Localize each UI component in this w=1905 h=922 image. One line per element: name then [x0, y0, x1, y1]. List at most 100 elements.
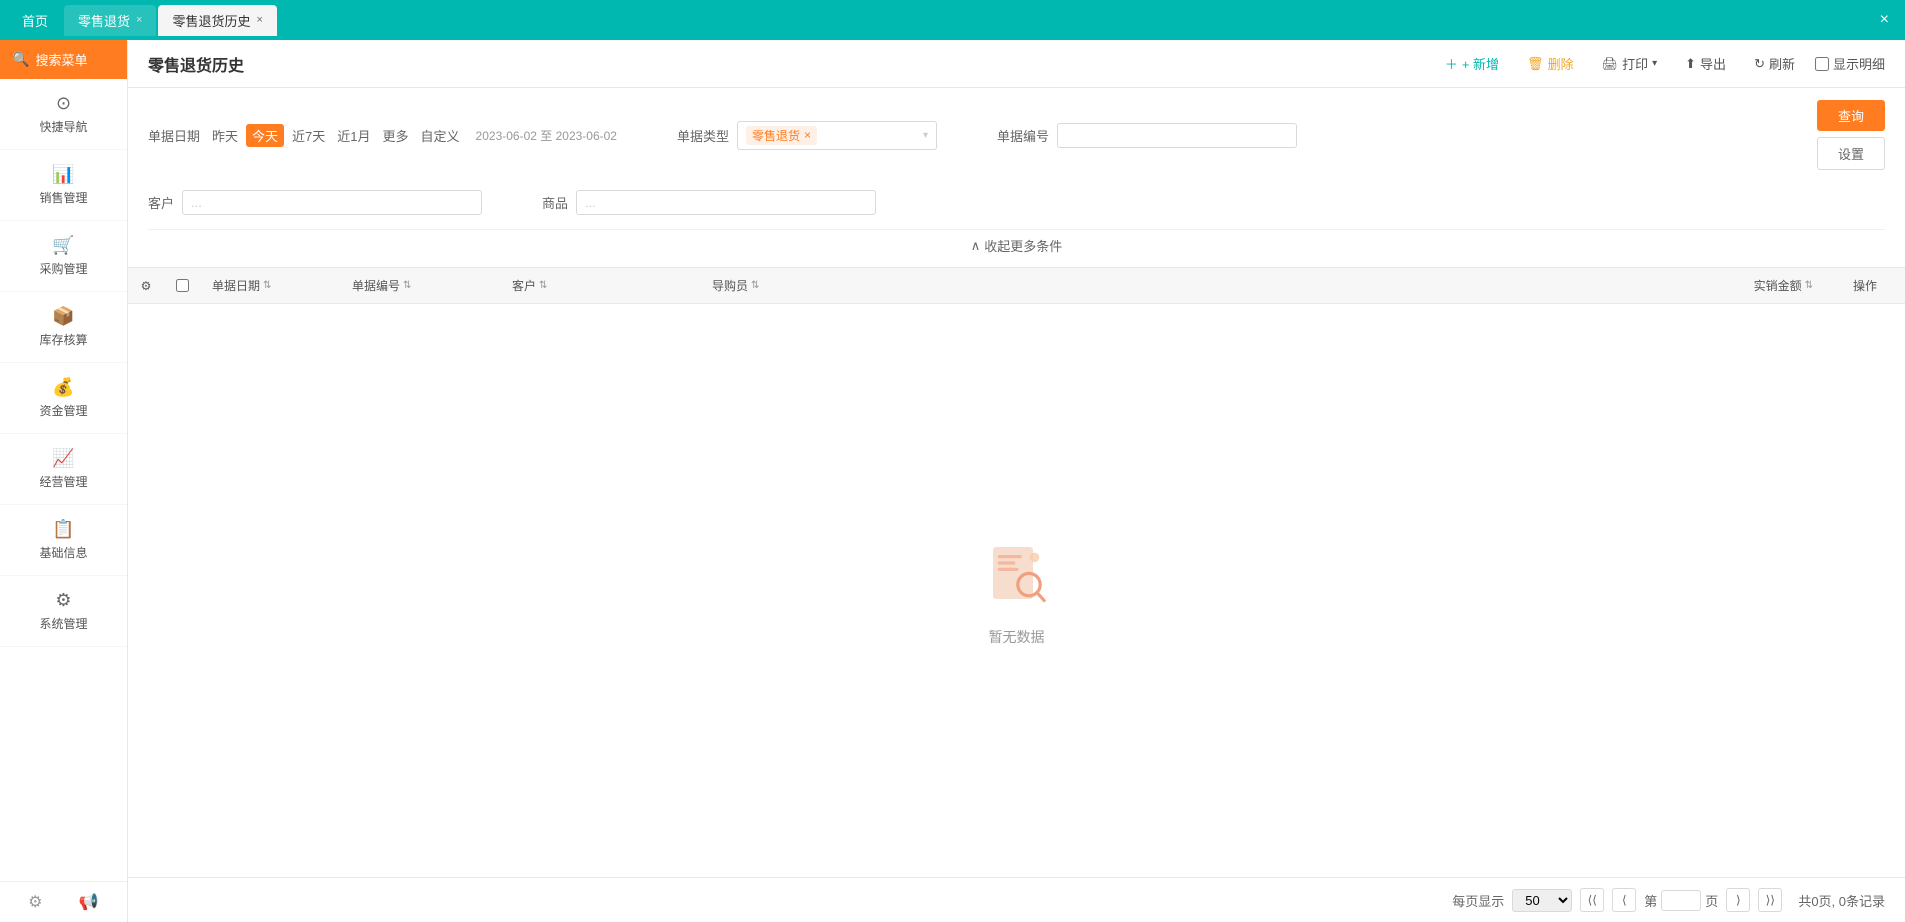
retail-return-tab-close[interactable]: × [136, 14, 142, 26]
th-date-sort[interactable]: ⇅ [263, 280, 271, 291]
th-amount-label: 实销金额 [1754, 277, 1802, 294]
new-button[interactable]: ＋ + 新增 [1437, 50, 1507, 77]
goods-placeholder: ... [585, 195, 596, 210]
th-num-sort[interactable]: ⇅ [403, 280, 411, 291]
sidebar-item-label-operation: 经营管理 [39, 473, 87, 490]
sidebar-item-label-system: 系统管理 [39, 615, 87, 632]
th-settings[interactable]: ⚙ [128, 279, 164, 293]
date-opt-custom[interactable]: 自定义 [417, 124, 464, 147]
sidebar-item-basic[interactable]: 📋 基础信息 [0, 505, 127, 576]
show-detail-checkbox[interactable] [1815, 57, 1829, 71]
delete-button[interactable]: 🗑 删除 [1519, 50, 1582, 77]
date-opt-last-month[interactable]: 近1月 [333, 124, 374, 147]
date-opt-last7[interactable]: 近7天 [288, 124, 329, 147]
th-customer-sort[interactable]: ⇅ [539, 280, 547, 291]
customer-input[interactable]: ... [182, 190, 482, 215]
purchase-icon: 🛒 [52, 235, 74, 256]
sidebar-item-finance[interactable]: 💰 资金管理 [0, 363, 127, 434]
page-next-button[interactable]: ⟩ [1726, 888, 1750, 912]
sidebar-item-inventory[interactable]: 📦 库存核算 [0, 292, 127, 363]
query-button[interactable]: 查询 [1817, 100, 1885, 131]
date-opt-more[interactable]: 更多 [379, 124, 413, 147]
refresh-button[interactable]: ↻ 刷新 [1746, 50, 1803, 77]
settings-icon: ⚙ [141, 279, 152, 293]
type-selector[interactable]: 零售退货 × ▾ [737, 121, 937, 150]
sidebar-item-label-inventory: 库存核算 [39, 331, 87, 348]
sidebar-item-system[interactable]: ⚙ 系统管理 [0, 576, 127, 647]
page-first-button[interactable]: ⟨⟨ [1580, 888, 1604, 912]
sidebar-item-quick-nav[interactable]: ⊙ 快捷导航 [0, 79, 127, 150]
export-button[interactable]: ⬆ 导出 [1677, 50, 1734, 77]
customer-placeholder: ... [191, 195, 202, 210]
page-size-label: 每页显示 [1452, 891, 1504, 910]
print-chevron-icon: ▾ [1652, 58, 1657, 69]
empty-state-icon [977, 535, 1057, 615]
inventory-icon: 📦 [52, 306, 74, 327]
th-guide: 导购员 ⇅ [700, 277, 860, 294]
action-buttons: 查询 设置 [1817, 100, 1885, 170]
settings-button[interactable]: 设置 [1817, 137, 1885, 170]
window-close-button[interactable]: × [1872, 7, 1897, 33]
print-icon: 🖨 [1602, 56, 1619, 72]
volume-bottom-icon[interactable]: 📢 [79, 892, 99, 912]
page-info: 第 1 页 [1644, 890, 1718, 911]
refresh-icon: ↻ [1754, 56, 1765, 72]
home-tab-label: 首页 [22, 11, 48, 30]
content-area: 零售退货历史 ＋ + 新增 🗑 删除 🖨 打印 ▾ ⬆ 导出 [128, 40, 1905, 922]
date-opt-yesterday[interactable]: 昨天 [208, 124, 242, 147]
select-all-checkbox[interactable] [176, 279, 189, 292]
th-check[interactable] [164, 279, 200, 292]
table-header: ⚙ 单据日期 ⇅ 单据编号 ⇅ 客户 ⇅ 导购员 [128, 268, 1905, 304]
sidebar-search-label: 搜索菜单 [35, 50, 87, 69]
tab-retail-return[interactable]: 零售退货 × [64, 5, 156, 36]
export-icon: ⬆ [1685, 56, 1696, 72]
type-selector-chevron: ▾ [923, 130, 928, 141]
type-tag-close[interactable]: × [804, 128, 811, 142]
total-info: 共0页, 0条记录 [1798, 891, 1885, 910]
num-input[interactable] [1057, 123, 1297, 148]
sidebar-item-sales[interactable]: 📊 销售管理 [0, 150, 127, 221]
th-customer-label: 客户 [512, 277, 536, 294]
search-icon: 🔍 [12, 51, 29, 68]
sidebar-item-label-quick-nav: 快捷导航 [39, 118, 87, 135]
goods-input[interactable]: ... [576, 190, 876, 215]
sidebar: 🔍 搜索菜单 ⊙ 快捷导航 📊 销售管理 🛒 采购管理 📦 库存核算 💰 资金管… [0, 40, 128, 922]
export-label: 导出 [1700, 54, 1726, 73]
sidebar-item-operation[interactable]: 📈 经营管理 [0, 434, 127, 505]
retail-return-history-tab-close[interactable]: × [256, 14, 262, 26]
sidebar-item-purchase[interactable]: 🛒 采购管理 [0, 221, 127, 292]
filter-collapse[interactable]: ∧ 收起更多条件 [148, 229, 1885, 261]
date-opt-today[interactable]: 今天 [246, 124, 284, 147]
th-guide-sort[interactable]: ⇅ [751, 280, 759, 291]
type-tag: 零售退货 × [746, 126, 817, 145]
print-button[interactable]: 🖨 打印 ▾ [1594, 50, 1666, 77]
filter-date: 单据日期 昨天 今天 近7天 近1月 更多 自定义 2023-06-02 至 2… [148, 124, 617, 147]
page-input[interactable]: 1 [1661, 890, 1701, 911]
tab-home[interactable]: 首页 [8, 5, 62, 36]
date-label: 单据日期 [148, 126, 200, 145]
filter-rows: 单据日期 昨天 今天 近7天 近1月 更多 自定义 2023-06-02 至 2… [148, 100, 1885, 225]
page-prev-button[interactable]: ⟨ [1612, 888, 1636, 912]
new-label: + 新增 [1462, 54, 1499, 73]
toolbar: ＋ + 新增 🗑 删除 🖨 打印 ▾ ⬆ 导出 ↻ [1437, 50, 1885, 77]
show-detail-toggle[interactable]: 显示明细 [1815, 54, 1885, 73]
customer-label: 客户 [148, 193, 174, 212]
quick-nav-icon: ⊙ [56, 93, 71, 114]
sidebar-search[interactable]: 🔍 搜索菜单 [0, 40, 127, 79]
top-bar: 首页 零售退货 × 零售退货历史 × × [0, 0, 1905, 40]
filter-row-2: 客户 ... 商品 ... [148, 190, 1885, 215]
delete-label: 删除 [1548, 54, 1574, 73]
page-last-button[interactable]: ⟩⟩ [1758, 888, 1782, 912]
delete-icon: 🗑 [1527, 56, 1544, 72]
empty-text: 暂无数据 [989, 627, 1045, 647]
page-unit: 页 [1705, 891, 1718, 910]
tab-retail-return-history[interactable]: 零售退货历史 × [158, 5, 276, 36]
settings-bottom-icon[interactable]: ⚙ [28, 892, 42, 912]
refresh-label: 刷新 [1769, 54, 1795, 73]
type-tag-label: 零售退货 [752, 127, 800, 144]
retail-return-history-tab-label: 零售退货历史 [172, 11, 250, 30]
system-icon: ⚙ [55, 590, 71, 611]
page-size-select[interactable]: 50 10 20 100 [1512, 889, 1572, 912]
th-amount-sort[interactable]: ⇅ [1805, 280, 1813, 291]
main-layout: 🔍 搜索菜单 ⊙ 快捷导航 📊 销售管理 🛒 采购管理 📦 库存核算 💰 资金管… [0, 40, 1905, 922]
